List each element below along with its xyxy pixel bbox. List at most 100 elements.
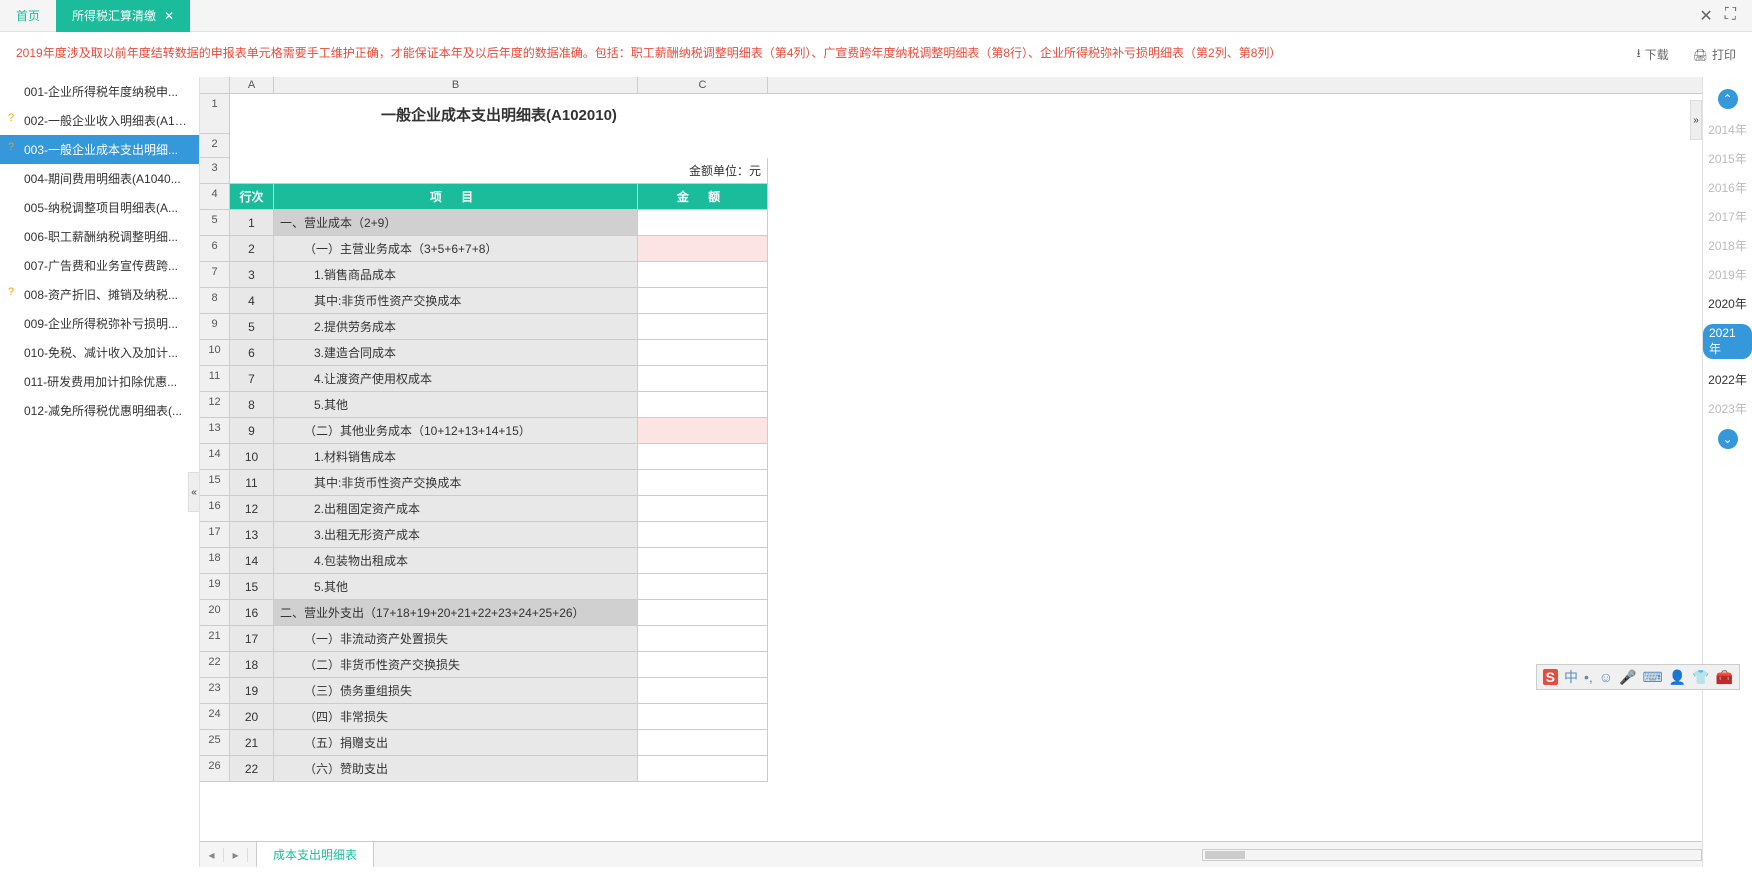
cell-amount[interactable]	[638, 678, 768, 704]
cell-amount[interactable]	[638, 366, 768, 392]
year-2019年[interactable]: 2019年	[1708, 266, 1747, 283]
sidebar-item-3[interactable]: 004-期间费用明细表(A1040...	[0, 164, 199, 193]
row-header[interactable]: 1	[200, 94, 230, 134]
year-2022年[interactable]: 2022年	[1708, 371, 1747, 388]
cell-amount[interactable]	[638, 444, 768, 470]
row-header[interactable]: 8	[200, 288, 230, 314]
cell-amount[interactable]	[638, 756, 768, 782]
tab-tax-settlement[interactable]: 所得税汇算清缴 ✕	[56, 0, 190, 32]
sidebar-item-1[interactable]: ?002-一般企业收入明细表(A10...	[0, 106, 199, 135]
sidebar-item-7[interactable]: ?008-资产折旧、摊销及纳税...	[0, 280, 199, 309]
row-header[interactable]: 18	[200, 548, 230, 574]
row-header[interactable]: 16	[200, 496, 230, 522]
col-header-A[interactable]: A	[230, 77, 274, 93]
sidebar-item-0[interactable]: 001-企业所得税年度纳税申...	[0, 77, 199, 106]
row-header[interactable]: 9	[200, 314, 230, 340]
row-header[interactable]: 20	[200, 600, 230, 626]
row-header[interactable]: 5	[200, 210, 230, 236]
help-icon[interactable]: ?	[8, 112, 14, 124]
horizontal-scrollbar[interactable]	[1202, 849, 1702, 861]
sidebar-item-10[interactable]: 011-研发费用加计扣除优惠...	[0, 367, 199, 396]
cell-amount[interactable]	[638, 600, 768, 626]
cell-amount[interactable]	[638, 626, 768, 652]
cell-amount[interactable]	[638, 262, 768, 288]
row-header[interactable]: 23	[200, 678, 230, 704]
row-header[interactable]: 26	[200, 756, 230, 782]
year-2020年[interactable]: 2020年	[1708, 295, 1747, 312]
year-2023年[interactable]: 2023年	[1708, 400, 1747, 417]
sheet-nav-prev[interactable]: ▸	[224, 848, 248, 862]
cell-amount[interactable]	[638, 496, 768, 522]
year-scroll-down[interactable]: ⌄	[1718, 429, 1738, 449]
row-header[interactable]: 11	[200, 366, 230, 392]
fullscreen-icon[interactable]: ⛶	[1725, 6, 1736, 26]
close-icon[interactable]: ✕	[164, 9, 174, 23]
help-icon[interactable]: ?	[8, 141, 14, 153]
ime-voice-icon[interactable]: 🎤	[1619, 669, 1636, 686]
sidebar-item-8[interactable]: 009-企业所得税弥补亏损明...	[0, 309, 199, 338]
sidebar-item-4[interactable]: 005-纳税调整项目明细表(A...	[0, 193, 199, 222]
ime-keyboard-icon[interactable]: ⌨	[1642, 669, 1662, 686]
cell-amount[interactable]	[638, 548, 768, 574]
download-button[interactable]: ⭳ 下载	[1637, 44, 1669, 65]
cell-amount[interactable]	[638, 574, 768, 600]
cell-amount[interactable]	[638, 210, 768, 236]
sidebar-item-6[interactable]: 007-广告费和业务宣传费跨...	[0, 251, 199, 280]
ime-user-icon[interactable]: 👤	[1669, 669, 1686, 686]
cell-amount[interactable]	[638, 470, 768, 496]
row-header[interactable]: 2	[200, 134, 230, 158]
row-header[interactable]: 7	[200, 262, 230, 288]
year-2018年[interactable]: 2018年	[1708, 237, 1747, 254]
sheet-nav-first[interactable]: ◂	[200, 848, 224, 862]
row-header[interactable]: 15	[200, 470, 230, 496]
help-icon[interactable]: ?	[8, 286, 14, 298]
cell-amount[interactable]	[638, 288, 768, 314]
year-scroll-up[interactable]: ⌃	[1718, 89, 1738, 109]
ime-skin-icon[interactable]: 👕	[1692, 669, 1709, 686]
row-header[interactable]: 21	[200, 626, 230, 652]
row-header[interactable]: 10	[200, 340, 230, 366]
window-close-icon[interactable]: ✕	[1699, 6, 1712, 26]
cell-amount[interactable]	[638, 392, 768, 418]
sheet-grid[interactable]: A B C 1一般企业成本支出明细表(A102010) 2 3金额单位：元 4 …	[200, 77, 1702, 841]
cell-amount[interactable]	[638, 236, 768, 262]
ime-emoji-icon[interactable]: ☺	[1599, 669, 1613, 685]
row-header[interactable]: 13	[200, 418, 230, 444]
row-header[interactable]: 4	[200, 184, 230, 210]
print-button[interactable]: 🖨 打印	[1693, 44, 1736, 65]
cell-amount[interactable]	[638, 340, 768, 366]
sidebar-collapse-handle[interactable]: «	[188, 472, 200, 512]
cell-amount[interactable]	[638, 730, 768, 756]
sidebar-item-11[interactable]: 012-减免所得税优惠明细表(...	[0, 396, 199, 425]
sidebar-item-2[interactable]: ?003-一般企业成本支出明细...	[0, 135, 199, 164]
year-2021年[interactable]: 2021年	[1703, 324, 1752, 359]
row-header[interactable]: 6	[200, 236, 230, 262]
ime-punct-icon[interactable]: •,	[1584, 669, 1593, 685]
col-header-B[interactable]: B	[274, 77, 638, 93]
row-header[interactable]: 12	[200, 392, 230, 418]
row-header[interactable]: 22	[200, 652, 230, 678]
col-header-C[interactable]: C	[638, 77, 768, 93]
ime-lang[interactable]: 中	[1564, 667, 1578, 687]
row-header[interactable]: 17	[200, 522, 230, 548]
sheet-tab-active[interactable]: 成本支出明细表	[256, 841, 374, 867]
cell-amount[interactable]	[638, 314, 768, 340]
year-panel-expand-handle[interactable]: »	[1690, 100, 1702, 140]
year-2017年[interactable]: 2017年	[1708, 208, 1747, 225]
year-2014年[interactable]: 2014年	[1708, 121, 1747, 138]
scroll-thumb[interactable]	[1205, 851, 1245, 859]
sidebar-item-9[interactable]: 010-免税、减计收入及加计...	[0, 338, 199, 367]
cell-amount[interactable]	[638, 522, 768, 548]
select-all-corner[interactable]	[200, 77, 230, 93]
row-header[interactable]: 14	[200, 444, 230, 470]
cell-amount[interactable]	[638, 418, 768, 444]
sidebar-item-5[interactable]: 006-职工薪酬纳税调整明细...	[0, 222, 199, 251]
row-header[interactable]: 3	[200, 158, 230, 184]
cell-amount[interactable]	[638, 704, 768, 730]
row-header[interactable]: 19	[200, 574, 230, 600]
year-2016年[interactable]: 2016年	[1708, 179, 1747, 196]
ime-toolbar[interactable]: S 中 •, ☺ 🎤 ⌨ 👤 👕 🧰	[1536, 664, 1740, 690]
tab-home[interactable]: 首页	[0, 0, 56, 32]
row-header[interactable]: 24	[200, 704, 230, 730]
ime-toolbox-icon[interactable]: 🧰	[1716, 669, 1733, 686]
